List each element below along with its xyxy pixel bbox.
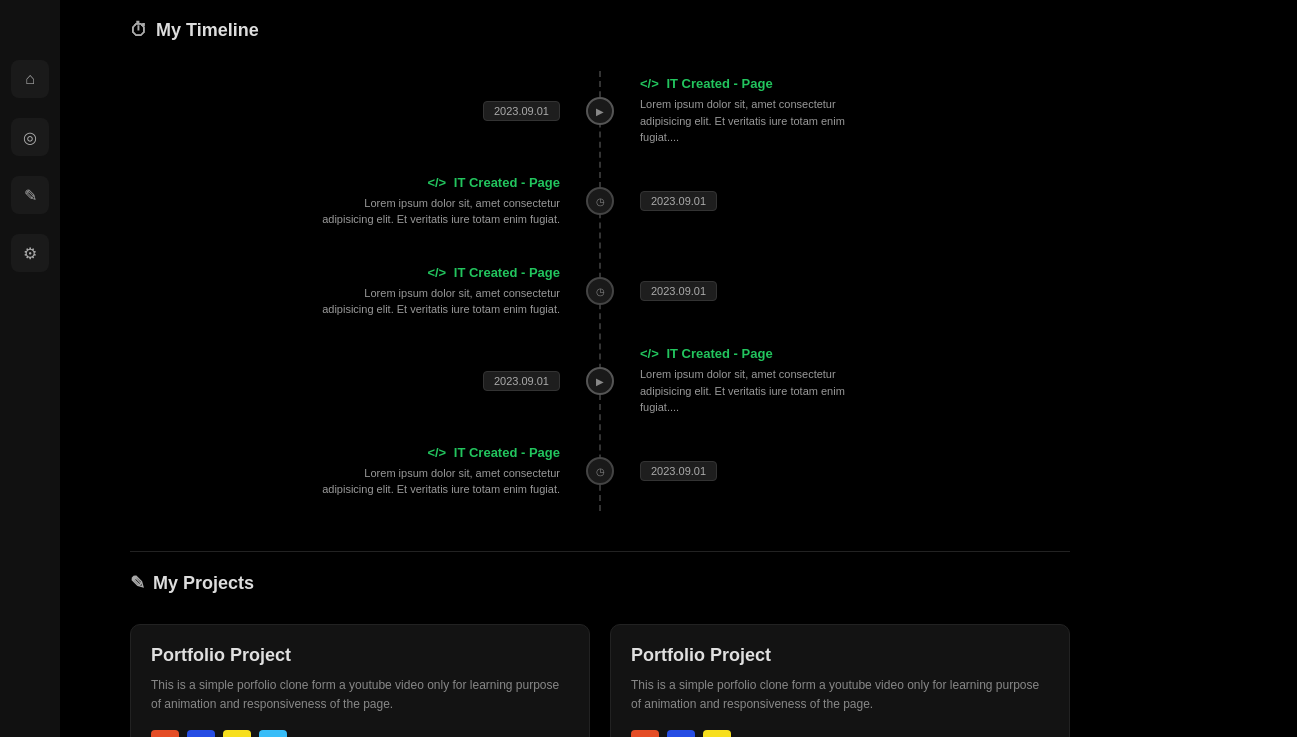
timeline-row: </> IT Created - Page Lorem ipsum dolor … [130, 251, 1070, 331]
js-badge: JS [703, 730, 731, 737]
projects-grid: Portfolio Project This is a simple porfo… [130, 624, 1070, 737]
timeline-center-dot: ◷ [580, 187, 620, 215]
timeline-center-dot: ▶ [580, 367, 620, 395]
timeline-center-dot: ◷ [580, 457, 620, 485]
event-text: Lorem ipsum dolor sit, amet consectetur … [320, 285, 560, 318]
event-title: </> IT Created - Page [640, 76, 1070, 91]
main-content: ⏱ My Timeline 2023.09.01 ▶ </> IT Create… [100, 0, 1100, 737]
event-title: </> IT Created - Page [130, 445, 560, 460]
code-bracket-icon: </> [427, 175, 446, 190]
projects-section-title: ✎ My Projects [130, 572, 1070, 594]
timeline-row: </> IT Created - Page Lorem ipsum dolor … [130, 161, 1070, 241]
html-badge: 5 [631, 730, 659, 737]
event-text: Lorem ipsum dolor sit, amet consectetur … [640, 96, 880, 146]
settings-icon[interactable]: ⚙ [11, 234, 49, 272]
project-card: Portfolio Project This is a simple porfo… [130, 624, 590, 737]
timeline-right-date: 2023.09.01 [620, 461, 1070, 481]
project-footer: 5 3 JS ≋ Read More [151, 730, 569, 737]
timeline: 2023.09.01 ▶ </> IT Created - Page Lorem… [130, 71, 1070, 511]
html-badge: 5 [151, 730, 179, 737]
timeline-right-date: 2023.09.01 [620, 281, 1070, 301]
event-text: Lorem ipsum dolor sit, amet consectetur … [320, 195, 560, 228]
timeline-row: </> IT Created - Page Lorem ipsum dolor … [130, 431, 1070, 511]
tech-badges: 5 3 JS [631, 730, 731, 737]
home-icon[interactable]: ⌂ [11, 60, 49, 98]
timeline-left-empty: 2023.09.01 [130, 101, 580, 121]
project-card: Portfolio Project This is a simple porfo… [610, 624, 1070, 737]
timeline-title-text: My Timeline [156, 20, 259, 41]
timeline-row: 2023.09.01 ▶ </> IT Created - Page Lorem… [130, 71, 1070, 151]
date-badge: 2023.09.01 [640, 191, 717, 211]
css-badge: 3 [667, 730, 695, 737]
code-bracket-icon: </> [427, 265, 446, 280]
timeline-left-date: 2023.09.01 [130, 371, 580, 391]
project-desc: This is a simple porfolio clone form a y… [631, 676, 1049, 714]
timeline-icon: ⏱ [130, 20, 148, 41]
sidebar: ⌂ ◎ ✎ ⚙ [0, 0, 60, 737]
date-badge: 2023.09.01 [640, 281, 717, 301]
event-text: Lorem ipsum dolor sit, amet consectetur … [320, 465, 560, 498]
project-title: Portfolio Project [631, 645, 1049, 666]
timeline-dot: ◷ [586, 187, 614, 215]
timeline-left-content: </> IT Created - Page Lorem ipsum dolor … [130, 265, 580, 318]
project-footer: 5 3 JS Read More [631, 730, 1049, 737]
timeline-dot: ▶ [586, 97, 614, 125]
event-title: </> IT Created - Page [640, 346, 1070, 361]
tech-badges: 5 3 JS ≋ [151, 730, 287, 737]
tailwind-badge: ≋ [259, 730, 287, 737]
timeline-center-dot: ◷ [580, 277, 620, 305]
timeline-dot: ◷ [586, 277, 614, 305]
projects-title-text: My Projects [153, 573, 254, 594]
code-bracket-icon: </> [640, 76, 659, 91]
css-badge: 3 [187, 730, 215, 737]
event-title: </> IT Created - Page [130, 175, 560, 190]
event-text: Lorem ipsum dolor sit, amet consectetur … [640, 366, 880, 416]
timeline-center-dot: ▶ [580, 97, 620, 125]
js-badge: JS [223, 730, 251, 737]
timeline-right-content: </> IT Created - Page Lorem ipsum dolor … [620, 76, 1070, 146]
timeline-dot: ▶ [586, 367, 614, 395]
portfolio-icon[interactable]: ✎ [11, 176, 49, 214]
projects-icon: ✎ [130, 572, 145, 594]
project-title: Portfolio Project [151, 645, 569, 666]
timeline-left-content: </> IT Created - Page Lorem ipsum dolor … [130, 175, 580, 228]
timeline-dot: ◷ [586, 457, 614, 485]
section-divider [130, 551, 1070, 552]
event-title: </> IT Created - Page [130, 265, 560, 280]
timeline-right-date: 2023.09.01 [620, 191, 1070, 211]
timeline-right-content: </> IT Created - Page Lorem ipsum dolor … [620, 346, 1070, 416]
timeline-section-title: ⏱ My Timeline [130, 20, 1070, 41]
code-bracket-icon: </> [427, 445, 446, 460]
date-badge: 2023.09.01 [640, 461, 717, 481]
code-bracket-icon: </> [640, 346, 659, 361]
timeline-row: 2023.09.01 ▶ </> IT Created - Page Lorem… [130, 341, 1070, 421]
date-badge: 2023.09.01 [483, 101, 560, 121]
project-desc: This is a simple porfolio clone form a y… [151, 676, 569, 714]
timeline-left-content: </> IT Created - Page Lorem ipsum dolor … [130, 445, 580, 498]
date-badge: 2023.09.01 [483, 371, 560, 391]
compass-icon[interactable]: ◎ [11, 118, 49, 156]
